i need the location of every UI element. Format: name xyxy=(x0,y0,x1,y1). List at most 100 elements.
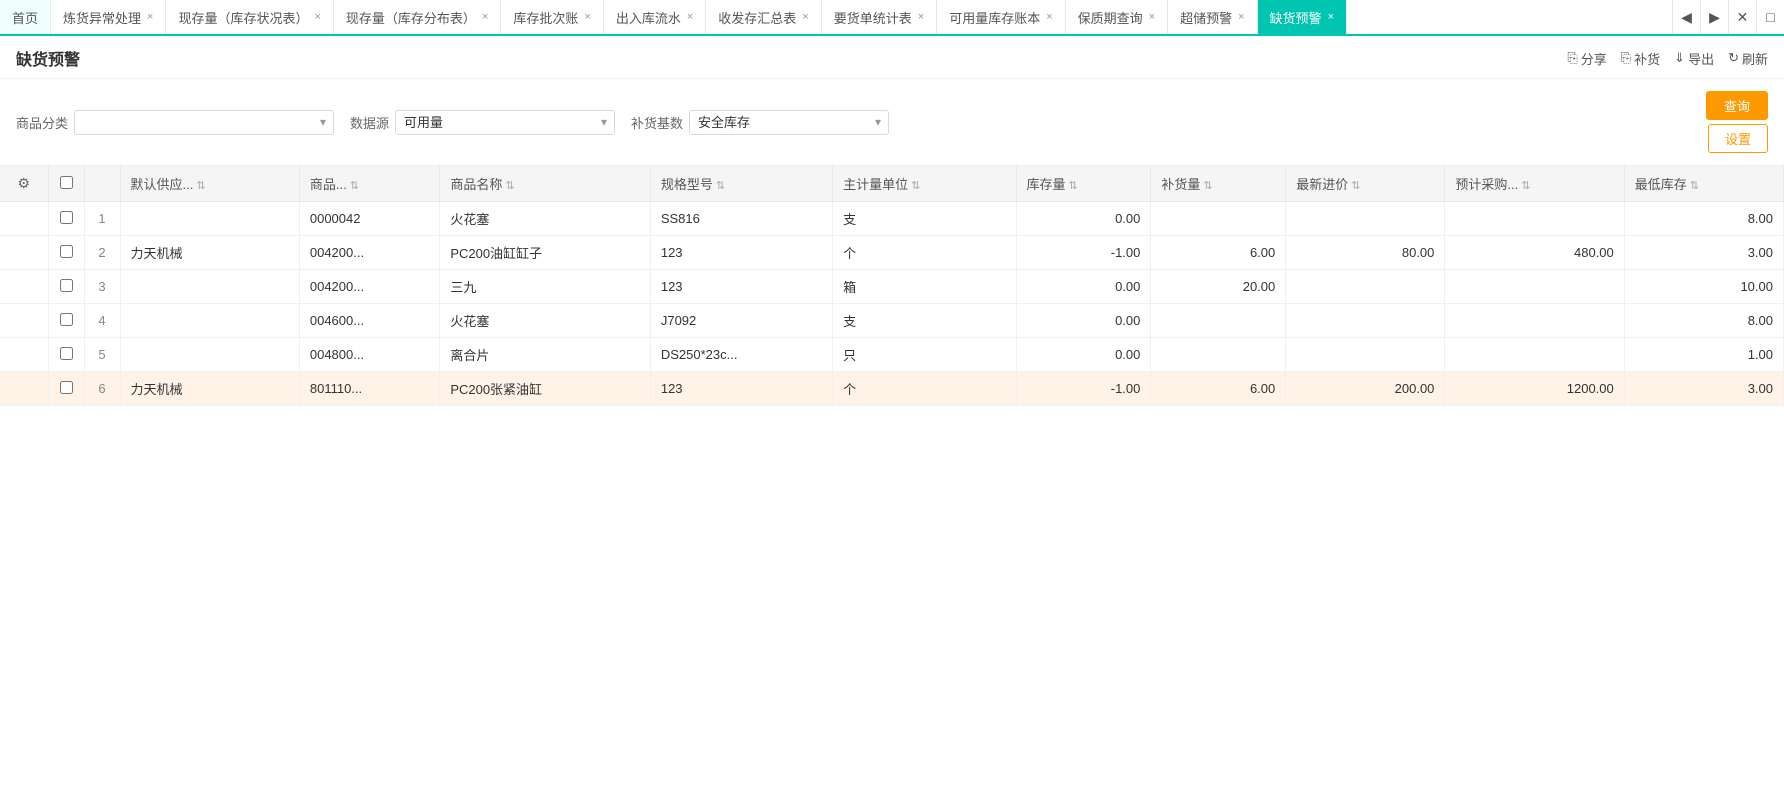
close-tab-available-ledger[interactable]: × xyxy=(1046,11,1052,23)
row-checkbox-2[interactable] xyxy=(60,279,73,292)
cell-checkbox-0[interactable] xyxy=(48,202,84,236)
sort-icon-unit: ⇅ xyxy=(911,180,920,192)
tab-recv-summary[interactable]: 收发存汇总表 × xyxy=(706,0,821,34)
cell-settings-2 xyxy=(0,270,48,304)
tab-maximize-button[interactable]: □ xyxy=(1756,0,1784,35)
cell-minstock-5: 3.00 xyxy=(1624,372,1783,406)
row-checkbox-3[interactable] xyxy=(60,313,73,326)
cell-settings-0 xyxy=(0,202,48,236)
col-latest-price[interactable]: 最新进价⇅ xyxy=(1286,166,1445,202)
cell-replenish-4 xyxy=(1151,338,1286,372)
tab-prev-button[interactable]: ◀ xyxy=(1672,0,1700,35)
row-checkbox-1[interactable] xyxy=(60,245,73,258)
cell-code-4: 004800... xyxy=(299,338,439,372)
tab-available-ledger[interactable]: 可用量库存账本 × xyxy=(937,0,1065,34)
cell-spec-0: SS816 xyxy=(650,202,832,236)
cell-minstock-3: 8.00 xyxy=(1624,304,1783,338)
cell-replenish-3 xyxy=(1151,304,1286,338)
filter-actions: 查询 设置 xyxy=(1706,91,1768,153)
col-min-stock[interactable]: 最低库存⇅ xyxy=(1624,166,1783,202)
cell-checkbox-4[interactable] xyxy=(48,338,84,372)
settings-gear-icon[interactable]: ⚙ xyxy=(17,175,30,191)
close-tab-inout-flow[interactable]: × xyxy=(687,11,693,23)
cell-settings-3 xyxy=(0,304,48,338)
refresh-button[interactable]: ↻ 刷新 xyxy=(1728,49,1768,68)
datasource-select[interactable]: 可用量 现存量 xyxy=(395,110,615,135)
table-header-row: ⚙ 默认供应...⇅ 商品...⇅ 商品名称⇅ xyxy=(0,166,1784,202)
replenish-basis-select[interactable]: 安全库存 最低库存 xyxy=(689,110,889,135)
close-tab-abnormal[interactable]: × xyxy=(147,11,153,23)
row-checkbox-4[interactable] xyxy=(60,347,73,360)
category-select[interactable] xyxy=(74,110,334,135)
close-tab-overstock[interactable]: × xyxy=(1238,11,1244,23)
export-button[interactable]: ⇓ 导出 xyxy=(1674,49,1714,68)
cell-name-5: PC200张紧油缸 xyxy=(440,372,651,406)
close-tab-recv-summary[interactable]: × xyxy=(802,11,808,23)
cell-rownum-1: 2 xyxy=(84,236,120,270)
tab-batch-account[interactable]: 库存批次账 × xyxy=(501,0,603,34)
cell-checkbox-3[interactable] xyxy=(48,304,84,338)
replenish-button[interactable]: ⎘ 补货 xyxy=(1621,49,1660,68)
col-settings[interactable]: ⚙ xyxy=(0,166,48,202)
cell-unit-4: 只 xyxy=(833,338,1016,372)
cell-checkbox-1[interactable] xyxy=(48,236,84,270)
category-select-wrapper xyxy=(74,110,334,135)
tab-inout-flow[interactable]: 出入库流水 × xyxy=(604,0,706,34)
cell-settings-4 xyxy=(0,338,48,372)
close-tab-batch-account[interactable]: × xyxy=(584,11,590,23)
cell-unit-0: 支 xyxy=(833,202,1016,236)
table-row: 3 004200... 三九 123 箱 0.00 20.00 10.00 xyxy=(0,270,1784,304)
select-all-checkbox[interactable] xyxy=(60,176,73,189)
col-replenish-qty[interactable]: 补货量⇅ xyxy=(1151,166,1286,202)
cell-spec-5: 123 xyxy=(650,372,832,406)
cell-supplier-3 xyxy=(120,304,299,338)
col-spec[interactable]: 规格型号⇅ xyxy=(650,166,832,202)
query-button[interactable]: 查询 xyxy=(1706,91,1768,120)
cell-price-4 xyxy=(1286,338,1445,372)
cell-unit-5: 个 xyxy=(833,372,1016,406)
tab-inventory-dist[interactable]: 现存量（库存分布表） × xyxy=(334,0,501,34)
close-tab-inventory-dist[interactable]: × xyxy=(482,11,488,23)
col-product-code[interactable]: 商品...⇅ xyxy=(299,166,439,202)
close-tab-inventory-status[interactable]: × xyxy=(314,11,320,23)
sort-icon-code: ⇅ xyxy=(350,180,359,192)
header-actions: ⎘ 分享 ⎘ 补货 ⇓ 导出 ↻ 刷新 xyxy=(1567,49,1768,68)
cell-spec-1: 123 xyxy=(650,236,832,270)
tab-home[interactable]: 首页 xyxy=(0,0,51,34)
cell-code-2: 004200... xyxy=(299,270,439,304)
tab-close-all-button[interactable]: ✕ xyxy=(1728,0,1756,35)
col-product-name[interactable]: 商品名称⇅ xyxy=(440,166,651,202)
cell-replenish-0 xyxy=(1151,202,1286,236)
tab-shortage[interactable]: 缺货预警 × xyxy=(1258,0,1347,34)
close-tab-order-stat[interactable]: × xyxy=(918,11,924,23)
tab-inventory-status[interactable]: 现存量（库存状况表） × xyxy=(166,0,333,34)
export-icon: ⇓ xyxy=(1674,50,1685,66)
tab-expiry-query[interactable]: 保质期查询 × xyxy=(1066,0,1168,34)
col-est-purchase[interactable]: 预计采购...⇅ xyxy=(1445,166,1624,202)
col-unit[interactable]: 主计量单位⇅ xyxy=(833,166,1016,202)
cell-checkbox-2[interactable] xyxy=(48,270,84,304)
sort-icon-min-stock: ⇅ xyxy=(1690,180,1699,192)
cell-name-1: PC200油缸缸子 xyxy=(440,236,651,270)
settings-button[interactable]: 设置 xyxy=(1708,124,1768,153)
row-checkbox-0[interactable] xyxy=(60,211,73,224)
sort-icon-supplier: ⇅ xyxy=(196,180,205,192)
cell-name-4: 离合片 xyxy=(440,338,651,372)
tab-abnormal[interactable]: 炼货异常处理 × xyxy=(51,0,166,34)
sort-icon-est: ⇅ xyxy=(1521,180,1530,192)
tab-order-stat[interactable]: 要货单统计表 × xyxy=(822,0,937,34)
cell-replenish-5: 6.00 xyxy=(1151,372,1286,406)
col-default-supplier[interactable]: 默认供应...⇅ xyxy=(120,166,299,202)
close-tab-shortage[interactable]: × xyxy=(1328,11,1334,23)
col-rownum xyxy=(84,166,120,202)
tab-overstock[interactable]: 超储预警 × xyxy=(1168,0,1257,34)
refresh-icon: ↻ xyxy=(1728,50,1739,66)
cell-checkbox-5[interactable] xyxy=(48,372,84,406)
col-stock[interactable]: 库存量⇅ xyxy=(1016,166,1151,202)
datasource-select-wrapper: 可用量 现存量 xyxy=(395,110,615,135)
cell-spec-4: DS250*23c... xyxy=(650,338,832,372)
row-checkbox-5[interactable] xyxy=(60,381,73,394)
share-button[interactable]: ⎘ 分享 xyxy=(1567,49,1606,68)
tab-next-button[interactable]: ▶ xyxy=(1700,0,1728,35)
close-tab-expiry-query[interactable]: × xyxy=(1149,11,1155,23)
